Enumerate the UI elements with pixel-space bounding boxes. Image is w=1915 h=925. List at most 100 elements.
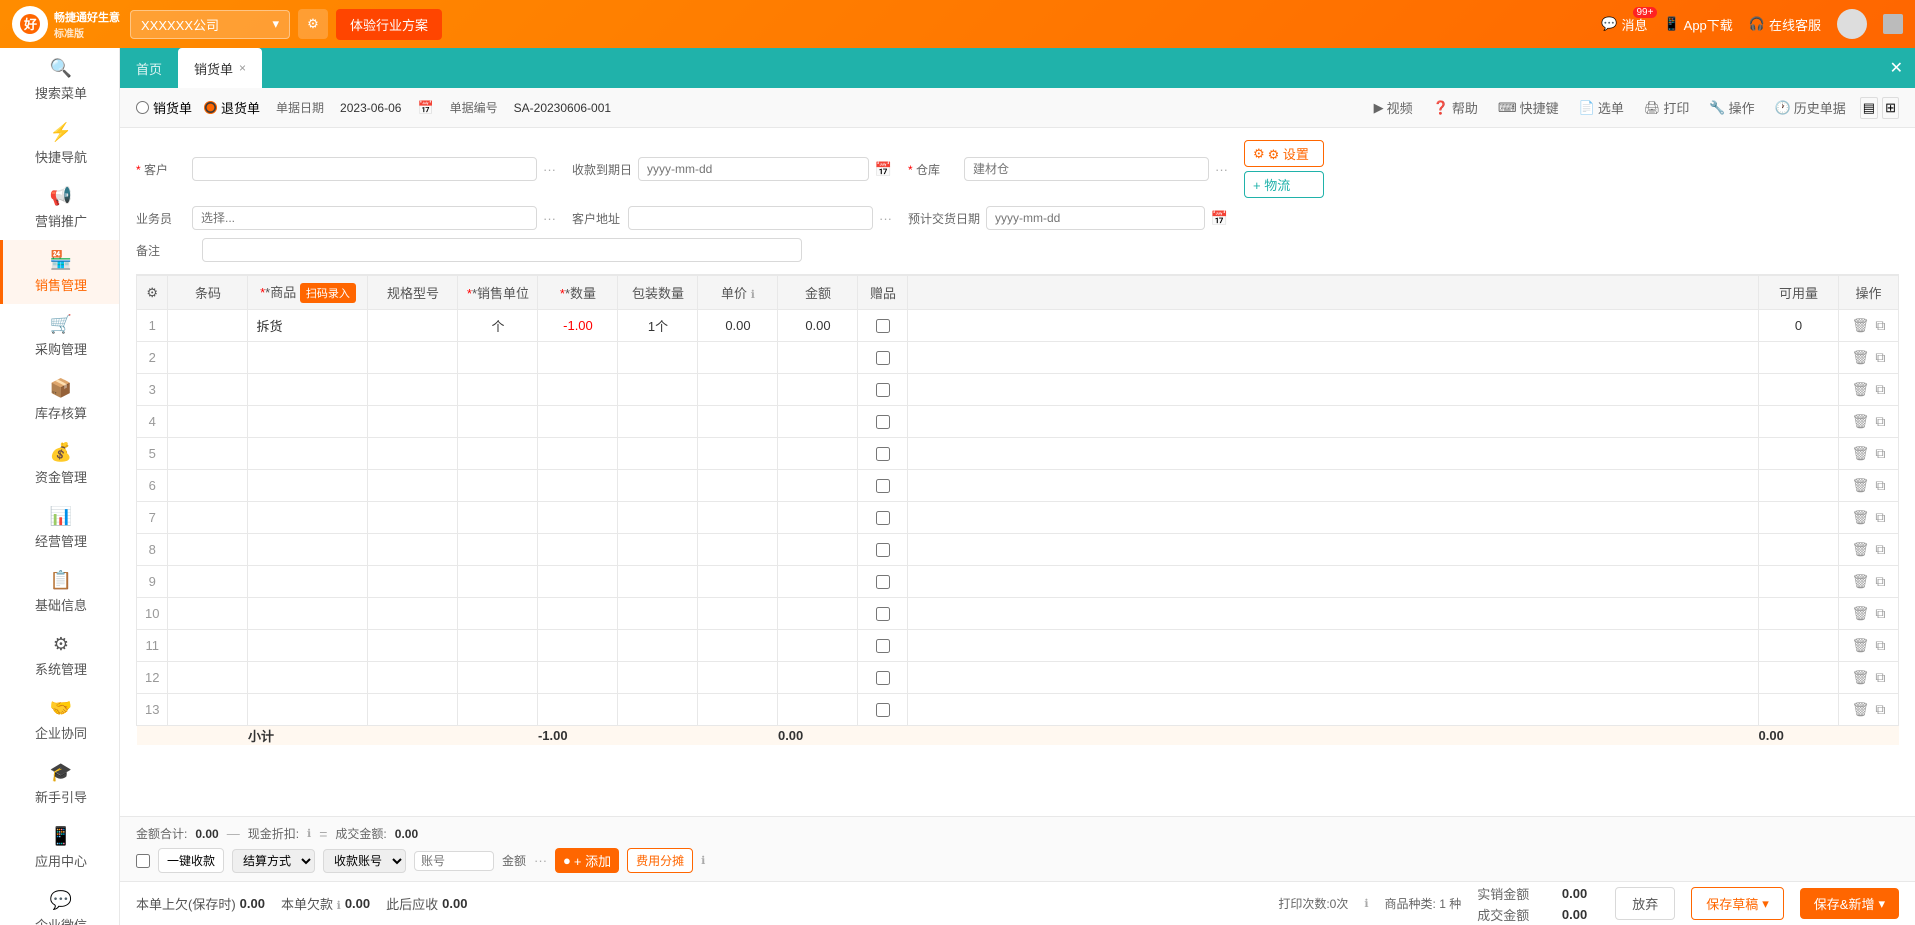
cell-packqty[interactable] <box>618 566 698 598</box>
sidebar-item-app-center[interactable]: 📱 应用中心 <box>0 816 119 880</box>
cell-product[interactable] <box>248 566 368 598</box>
gift-checkbox[interactable] <box>876 351 890 365</box>
cell-qty[interactable]: -1.00 <box>538 310 618 342</box>
cell-amount[interactable] <box>778 470 858 502</box>
one-click-payment-btn[interactable]: 一键收款 <box>158 848 224 873</box>
copy-icon[interactable]: ⧉ <box>1875 573 1885 590</box>
copy-icon[interactable]: ⧉ <box>1875 701 1885 718</box>
delete-icon[interactable]: 🗑 <box>1852 445 1870 462</box>
cell-price[interactable] <box>698 502 778 534</box>
salesperson-input[interactable] <box>192 206 537 230</box>
customer-addr-input[interactable] <box>628 206 873 230</box>
delete-icon[interactable]: 🗑 <box>1852 701 1870 718</box>
help-btn[interactable]: ❓ 帮助 <box>1427 96 1484 119</box>
cell-barcode[interactable] <box>168 310 248 342</box>
cell-spec[interactable] <box>368 310 458 342</box>
cell-gift[interactable] <box>858 406 908 438</box>
cell-unit[interactable] <box>458 566 538 598</box>
video-btn[interactable]: ▶ 视频 <box>1368 96 1419 119</box>
cell-packqty[interactable] <box>618 598 698 630</box>
sidebar-item-search[interactable]: 🔍 搜索菜单 <box>0 48 119 112</box>
tab-close-icon[interactable]: × <box>239 61 246 75</box>
cell-product[interactable] <box>248 630 368 662</box>
copy-icon[interactable]: ⧉ <box>1875 637 1885 654</box>
cell-packqty[interactable] <box>618 534 698 566</box>
experience-button[interactable]: 体验行业方案 <box>336 9 442 40</box>
calc-method-select[interactable]: 结算方式 <box>232 849 315 873</box>
cell-product[interactable] <box>248 502 368 534</box>
cell-spec[interactable] <box>368 342 458 374</box>
cell-packqty[interactable] <box>618 630 698 662</box>
online-service-action[interactable]: 🎧 在线客服 <box>1749 15 1821 34</box>
history-btn[interactable]: 🕐 历史单据 <box>1769 96 1852 119</box>
cell-spec[interactable] <box>368 406 458 438</box>
cell-barcode[interactable] <box>168 438 248 470</box>
one-click-checkbox[interactable] <box>136 854 150 868</box>
cell-amount[interactable] <box>778 374 858 406</box>
cell-gift[interactable] <box>858 342 908 374</box>
warehouse-input[interactable] <box>964 157 1209 181</box>
app-download-action[interactable]: 📱 App下载 <box>1663 15 1732 34</box>
cell-unit[interactable] <box>458 630 538 662</box>
delete-icon[interactable]: 🗑 <box>1852 669 1870 686</box>
gift-checkbox[interactable] <box>876 319 890 333</box>
calendar-icon[interactable]: 📅 <box>417 100 433 116</box>
receive-date-calendar-icon[interactable]: 📅 <box>875 161 892 178</box>
shortcut-btn[interactable]: ⌨ 快捷键 <box>1492 96 1565 119</box>
remark-input[interactable] <box>202 238 802 262</box>
cell-barcode[interactable] <box>168 598 248 630</box>
cell-packqty[interactable] <box>618 502 698 534</box>
cell-barcode[interactable] <box>168 470 248 502</box>
cell-product[interactable] <box>248 470 368 502</box>
cell-price[interactable] <box>698 470 778 502</box>
cell-product[interactable] <box>248 406 368 438</box>
cell-price[interactable] <box>698 598 778 630</box>
cell-unit[interactable] <box>458 534 538 566</box>
warehouse-dots[interactable]: ··· <box>1215 162 1228 177</box>
cell-amount[interactable] <box>778 438 858 470</box>
cell-barcode[interactable] <box>168 502 248 534</box>
gift-checkbox[interactable] <box>876 447 890 461</box>
sale-order-radio[interactable]: 销货单 <box>136 98 192 117</box>
cell-amount[interactable]: 0.00 <box>778 310 858 342</box>
cell-product[interactable] <box>248 342 368 374</box>
cell-qty[interactable] <box>538 598 618 630</box>
logistics-btn[interactable]: + 物流 <box>1244 171 1324 198</box>
cell-spec[interactable] <box>368 470 458 502</box>
settings-icon[interactable]: ⚙ <box>298 9 328 39</box>
cell-unit[interactable] <box>458 374 538 406</box>
cell-barcode[interactable] <box>168 694 248 726</box>
gift-checkbox[interactable] <box>876 511 890 525</box>
cell-barcode[interactable] <box>168 566 248 598</box>
cell-amount[interactable] <box>778 598 858 630</box>
delete-icon[interactable]: 🗑 <box>1852 381 1870 398</box>
avatar[interactable] <box>1837 9 1867 39</box>
expected-date-input[interactable] <box>986 206 1205 230</box>
gift-checkbox[interactable] <box>876 543 890 557</box>
cell-unit[interactable] <box>458 502 538 534</box>
cell-gift[interactable] <box>858 374 908 406</box>
sidebar-item-quick-nav[interactable]: ⚡ 快捷导航 <box>0 112 119 176</box>
cell-spec[interactable] <box>368 630 458 662</box>
cell-amount[interactable] <box>778 694 858 726</box>
window-close-icon[interactable]: ✕ <box>1878 58 1915 78</box>
copy-icon[interactable]: ⧉ <box>1875 541 1885 558</box>
sidebar-item-marketing[interactable]: 📢 营销推广 <box>0 176 119 240</box>
sidebar-item-system[interactable]: ⚙ 系统管理 <box>0 624 119 688</box>
cell-spec[interactable] <box>368 438 458 470</box>
company-selector[interactable]: XXXXXX公司 ▾ <box>130 10 290 39</box>
cell-unit[interactable] <box>458 438 538 470</box>
cell-barcode[interactable] <box>168 374 248 406</box>
cell-packqty[interactable] <box>618 470 698 502</box>
delete-icon[interactable]: 🗑 <box>1852 573 1870 590</box>
cell-unit[interactable] <box>458 406 538 438</box>
cell-gift[interactable] <box>858 310 908 342</box>
receive-date-input[interactable] <box>638 157 869 181</box>
cell-barcode[interactable] <box>168 342 248 374</box>
copy-icon[interactable]: ⧉ <box>1875 477 1885 494</box>
copy-icon[interactable]: ⧉ <box>1875 605 1885 622</box>
cell-barcode[interactable] <box>168 662 248 694</box>
sale-radio-input[interactable] <box>136 101 149 114</box>
sidebar-item-basic-info[interactable]: 📋 基础信息 <box>0 560 119 624</box>
cell-price[interactable] <box>698 662 778 694</box>
